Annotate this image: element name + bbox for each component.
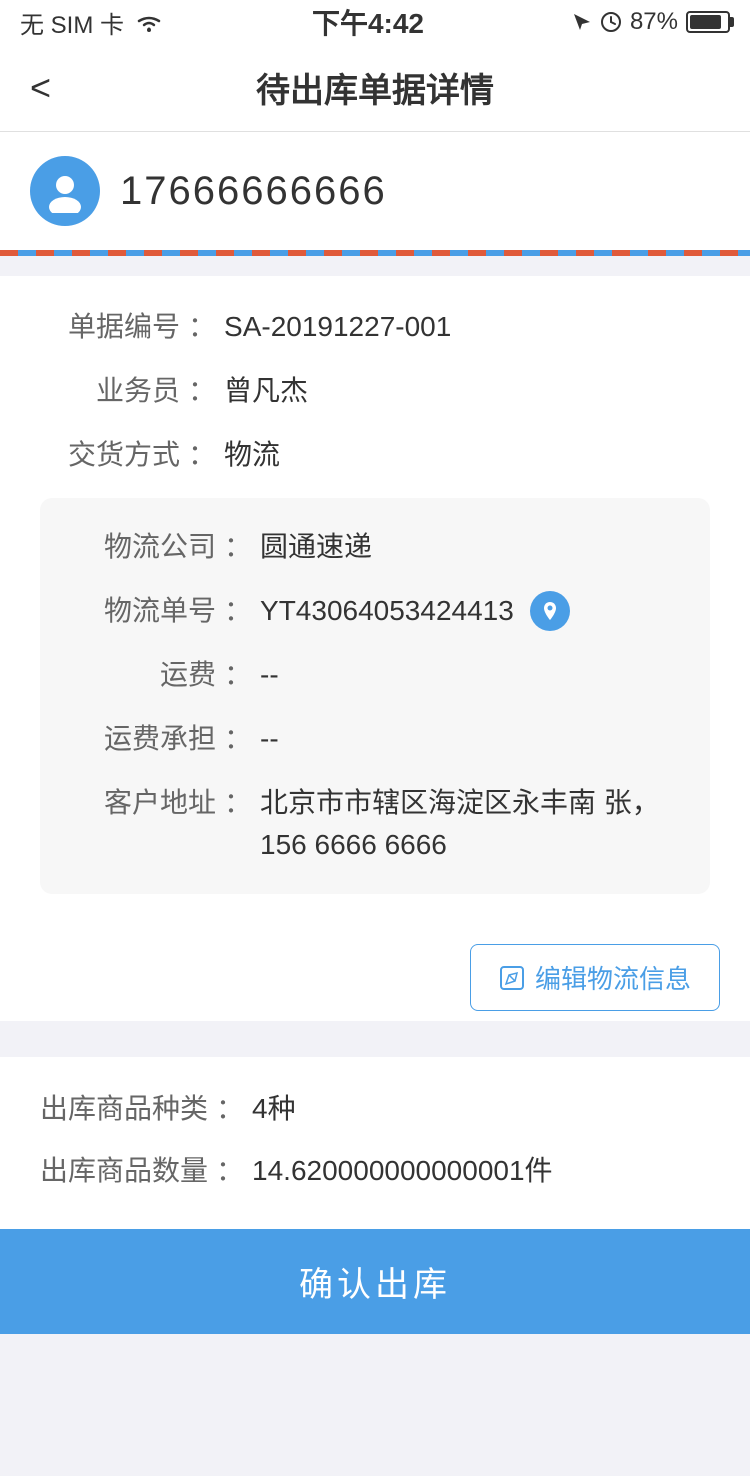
delivery-row: 交货方式 ： 物流 [40, 434, 710, 476]
freight-value: -- [260, 654, 674, 696]
edit-logistics-label: 编辑物流信息 [535, 959, 691, 996]
address-value: 北京市市辖区海淀区永丰南 张，156 6666 6666 [260, 782, 674, 866]
confirm-button[interactable]: 确认出库 [0, 1257, 750, 1306]
delivery-value: 物流 [224, 434, 710, 476]
goods-quantity-row: 出库商品数量 ： 14.620000000000001件 [40, 1149, 710, 1189]
freight-bearer-label: 运费承担 [76, 718, 216, 760]
sales-row: 业务员 ： 曾凡杰 [40, 370, 710, 412]
location-icon [572, 12, 592, 32]
location-pin[interactable] [530, 591, 570, 631]
order-number-label: 单据编号 [40, 306, 180, 348]
status-time: 下午4:42 [312, 2, 424, 42]
user-icon [43, 169, 87, 213]
battery-icon [686, 11, 730, 33]
logistics-company-value: 圆通速递 [260, 526, 674, 568]
freight-bearer-value: -- [260, 718, 674, 760]
status-left: 无 SIM 卡 [20, 5, 164, 40]
logistics-tracking-label: 物流单号 [76, 590, 216, 632]
section-divider-1 [0, 1021, 750, 1037]
carrier-label: 无 SIM 卡 [20, 5, 124, 40]
edit-icon [499, 965, 525, 991]
address-row: 客户地址 ： 北京市市辖区海淀区永丰南 张，156 6666 6666 [76, 782, 674, 866]
page-title: 待出库单据详情 [256, 63, 494, 112]
back-button[interactable]: < [30, 67, 51, 109]
logistics-tracking-row: 物流单号 ： YT43064053424413 [76, 590, 674, 632]
sales-value: 曾凡杰 [224, 370, 710, 412]
order-number-row: 单据编号 ： SA-20191227-001 [40, 306, 710, 348]
tracking-value-row: YT43064053424413 [260, 590, 570, 632]
freight-bearer-row: 运费承担 ： -- [76, 718, 674, 760]
map-pin-icon [539, 600, 561, 622]
status-right: 87% [572, 8, 730, 36]
logistics-card: 物流公司 ： 圆通速递 物流单号 ： YT43064053424413 运费 ：… [40, 498, 710, 894]
goods-types-row: 出库商品种类 ： 4种 [40, 1087, 710, 1127]
dashed-divider [0, 250, 750, 256]
order-info-section: 单据编号 ： SA-20191227-001 业务员 ： 曾凡杰 交货方式 ： … [0, 276, 750, 924]
delivery-label: 交货方式 [40, 434, 180, 476]
goods-quantity-label: 出库商品数量 [40, 1149, 208, 1189]
nav-bar: < 待出库单据详情 [0, 44, 750, 132]
address-label: 客户地址 [76, 782, 216, 824]
freight-label: 运费 [76, 654, 216, 696]
logistics-tracking-value: YT43064053424413 [260, 590, 514, 632]
order-number-value: SA-20191227-001 [224, 306, 710, 348]
logistics-company-row: 物流公司 ： 圆通速递 [76, 526, 674, 568]
contact-phone: 17666666666 [120, 169, 387, 214]
edit-logistics-button[interactable]: 编辑物流信息 [470, 944, 720, 1011]
battery-percent: 87% [630, 8, 678, 36]
edit-btn-row: 编辑物流信息 [0, 924, 750, 1021]
contact-header: 17666666666 [0, 132, 750, 250]
freight-row: 运费 ： -- [76, 654, 674, 696]
confirm-btn-wrapper: 确认出库 [0, 1229, 750, 1334]
goods-quantity-value: 14.620000000000001件 [252, 1149, 553, 1189]
avatar [30, 156, 100, 226]
bottom-spacer [0, 1316, 750, 1476]
logistics-company-label: 物流公司 [76, 526, 216, 568]
sales-label: 业务员 [40, 370, 180, 412]
goods-section: 出库商品种类 ： 4种 出库商品数量 ： 14.620000000000001件 [0, 1057, 750, 1219]
clock-icon [600, 11, 622, 33]
status-bar: 无 SIM 卡 下午4:42 87% [0, 0, 750, 44]
goods-types-label: 出库商品种类 [40, 1087, 208, 1127]
wifi-icon [134, 11, 164, 33]
goods-types-value: 4种 [252, 1087, 296, 1127]
